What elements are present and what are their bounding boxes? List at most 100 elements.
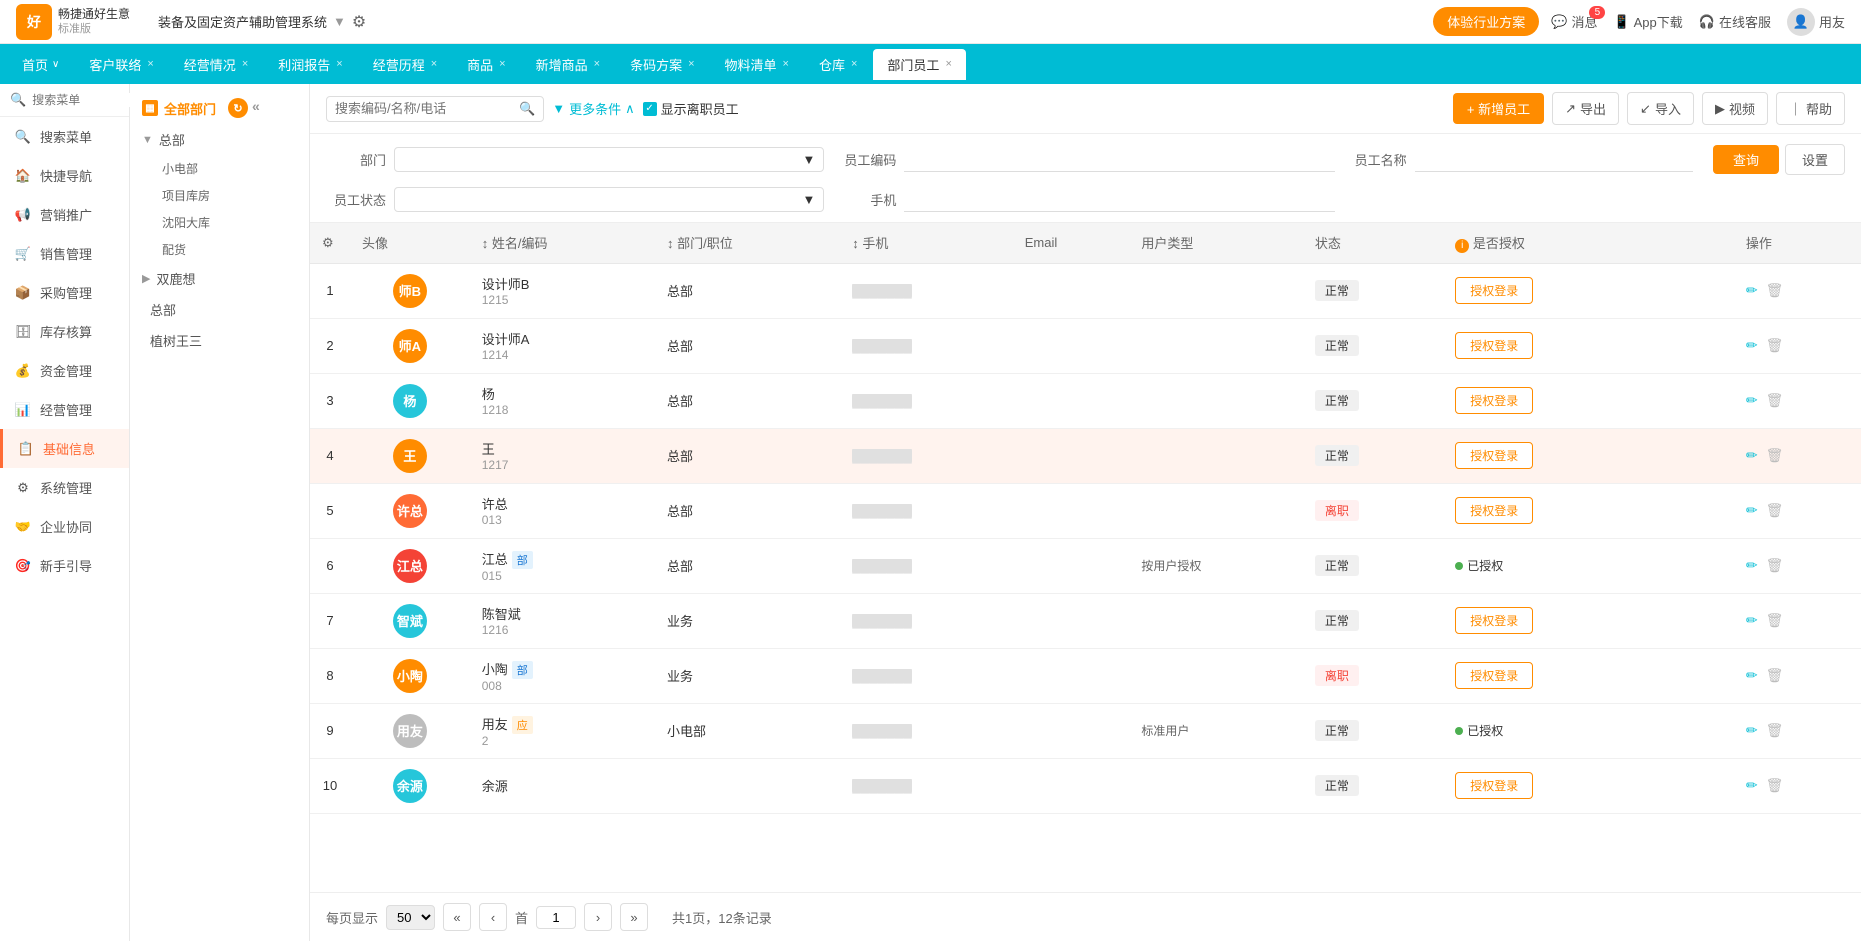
export-button[interactable]: ↗ 导出 [1552,92,1619,125]
sidebar-item-quick-nav[interactable]: 🏠快捷导航 [0,156,129,195]
status-select[interactable]: ▼ [394,187,824,212]
edit-icon[interactable]: ✏ [1746,502,1758,519]
delete-icon[interactable]: 🗑 [1766,447,1784,464]
app-download-button[interactable]: 📱 App下载 [1613,12,1682,31]
search-input[interactable] [335,101,515,116]
dept-item-zhishu[interactable]: 植树王三 [130,325,309,356]
navtab-经营情况[interactable]: 经营情况 × [170,49,262,80]
navtab-商品[interactable]: 商品 × [453,49,519,80]
sidebar-item-marketing[interactable]: 📢营销推广 [0,195,129,234]
tab-close-icon[interactable]: × [945,58,951,70]
sidebar-item-basic-info[interactable]: 📋基础信息 [0,429,129,468]
navtab-物料清单[interactable]: 物料清单 × [711,49,803,80]
dept-item-shuangluxiang[interactable]: ▶ 双鹿想 [130,263,309,294]
navtab-利润报告[interactable]: 利润报告 × [264,49,356,80]
next-page-button[interactable]: › [584,903,612,931]
navtab-条码方案[interactable]: 条码方案 × [616,49,708,80]
more-filter-button[interactable]: ▼ 更多条件 ∧ [552,99,634,118]
auth-button[interactable]: 授权登录 [1455,772,1533,799]
navtab-经营历程[interactable]: 经营历程 × [359,49,451,80]
tab-close-icon[interactable]: × [499,58,505,70]
show-resigned-checkbox[interactable]: ✓ 显示离职员工 [643,99,739,118]
navtab-客户联络[interactable]: 客户联络 × [75,49,167,80]
user-menu[interactable]: 👤 用友 [1787,8,1845,36]
sidebar-item-inventory[interactable]: 🗄库存核算 [0,312,129,351]
dept-sub-item-xiangmu[interactable]: 项目库房 [130,182,309,209]
first-page-button[interactable]: « [443,903,471,931]
dropdown-arrow-icon[interactable]: ▼ [333,14,346,29]
dept-sub-item-shenyang[interactable]: 沈阳大库 [130,209,309,236]
edit-icon[interactable]: ✏ [1746,612,1758,629]
edit-icon[interactable]: ✏ [1746,337,1758,354]
edit-icon[interactable]: ✏ [1746,392,1758,409]
auth-button[interactable]: 授权登录 [1455,387,1533,414]
delete-icon[interactable]: 🗑 [1766,392,1784,409]
auth-button[interactable]: 授权登录 [1455,442,1533,469]
auth-button[interactable]: 授权登录 [1455,497,1533,524]
edit-icon[interactable]: ✏ [1746,557,1758,574]
phone-input[interactable] [904,188,1334,212]
sidebar-item-operation[interactable]: 📊经营管理 [0,390,129,429]
tab-close-icon[interactable]: × [594,58,600,70]
auth-button[interactable]: 授权登录 [1455,277,1533,304]
delete-icon[interactable]: 🗑 [1766,612,1784,629]
delete-icon[interactable]: 🗑 [1766,667,1784,684]
online-service-button[interactable]: 🎧 在线客服 [1699,12,1771,31]
dept-sub-item-peihuo[interactable]: 配货 [130,236,309,263]
auth-button[interactable]: 授权登录 [1455,332,1533,359]
sidebar-item-collab[interactable]: 🤝企业协同 [0,507,129,546]
sidebar-item-sales[interactable]: 🛒销售管理 [0,234,129,273]
delete-icon[interactable]: 🗑 [1766,502,1784,519]
tab-close-icon[interactable]: × [688,58,694,70]
dept-item-zongbu[interactable]: ▼ 总部 [130,124,309,155]
import-button[interactable]: ↙ 导入 [1627,92,1694,125]
help-button[interactable]: ｜ 帮助 [1776,92,1845,125]
tab-close-icon[interactable]: × [431,58,437,70]
auth-button[interactable]: 授权登录 [1455,662,1533,689]
tab-close-icon[interactable]: × [242,58,248,70]
trial-button[interactable]: 体验行业方案 [1433,7,1539,36]
search-submit-icon[interactable]: 🔍 [519,101,535,117]
view-button[interactable]: ▶ 视频 [1702,92,1768,125]
employee-code-input[interactable] [904,148,1334,172]
gear-icon[interactable]: ⚙ [352,12,366,32]
setup-button[interactable]: 设置 [1785,144,1845,175]
delete-icon[interactable]: 🗑 [1766,777,1784,794]
navtab-首页[interactable]: 首页 ∨ [8,49,73,80]
navtab-部门员工[interactable]: 部门员工 × [873,49,965,80]
tab-close-icon[interactable]: × [147,58,153,70]
col-settings[interactable]: ⚙ [310,223,350,263]
auth-button[interactable]: 授权登录 [1455,607,1533,634]
query-button[interactable]: 查询 [1713,145,1779,174]
edit-icon[interactable]: ✏ [1746,777,1758,794]
message-button[interactable]: 💬 消息 5 [1551,12,1597,31]
tab-close-icon[interactable]: × [783,58,789,70]
dept-item-zongbu2[interactable]: 总部 [130,294,309,325]
delete-icon[interactable]: 🗑 [1766,722,1784,739]
dept-sub-item-xiaodian[interactable]: 小电部 [130,155,309,182]
navtab-新增商品[interactable]: 新增商品 × [522,49,614,80]
dept-refresh-icon[interactable]: ↻ [228,98,248,118]
dept-collapse-icon[interactable]: « [252,98,260,118]
col-dept[interactable]: ↕ 部门/职位 [655,223,840,263]
sidebar-item-guide[interactable]: 🎯新手引导 [0,546,129,585]
per-page-select[interactable]: 50 [386,905,435,930]
edit-icon[interactable]: ✏ [1746,722,1758,739]
edit-icon[interactable]: ✏ [1746,447,1758,464]
page-number-input[interactable] [536,906,576,929]
dept-select[interactable]: ▼ [394,147,824,172]
sidebar-item-purchase[interactable]: 📦采购管理 [0,273,129,312]
dept-all-label[interactable]: 全部部门 [164,99,216,118]
delete-icon[interactable]: 🗑 [1766,282,1784,299]
prev-page-button[interactable]: ‹ [479,903,507,931]
tab-close-icon[interactable]: × [336,58,342,70]
employee-name-input[interactable] [1415,148,1693,172]
sidebar-item-search-menu[interactable]: 🔍搜索菜单 [0,117,129,156]
delete-icon[interactable]: 🗑 [1766,557,1784,574]
col-phone[interactable]: ↕ 手机 [840,223,1012,263]
edit-icon[interactable]: ✏ [1746,667,1758,684]
last-page-button[interactable]: » [620,903,648,931]
navtab-仓库[interactable]: 仓库 × [805,49,871,80]
edit-icon[interactable]: ✏ [1746,282,1758,299]
col-name[interactable]: ↕ 姓名/编码 [470,223,655,263]
